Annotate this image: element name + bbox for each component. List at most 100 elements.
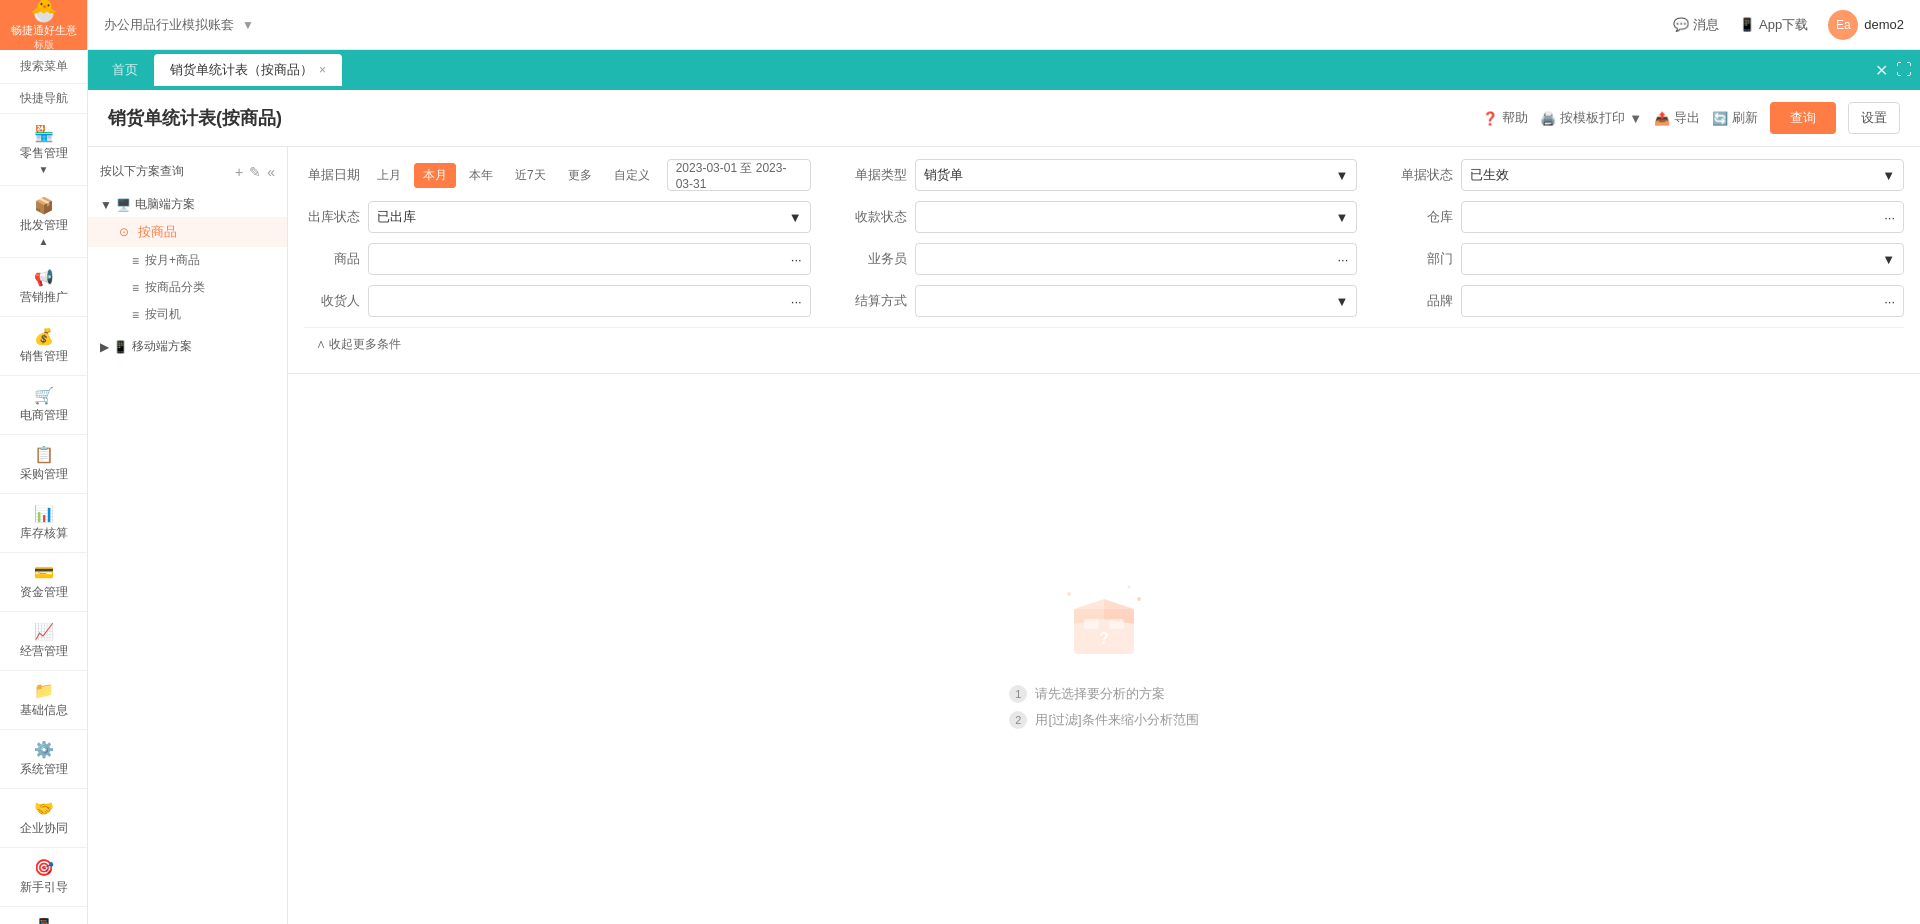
left-panel: 按以下方案查询 + ✎ « ▼ 🖥️ 电脑端方案 ⊙ 按商 (88, 147, 288, 924)
user-menu[interactable]: Ea demo2 (1828, 10, 1904, 40)
system-icon: ⚙️ (34, 740, 54, 759)
payment-label: 结算方式 (851, 292, 907, 310)
ecommerce-label: 电商管理 (20, 407, 68, 424)
doc-status-select[interactable]: 已生效 ▼ (1461, 159, 1904, 191)
sidebar-item-wholesale[interactable]: 📦 批发管理 ▲ (0, 186, 87, 258)
sidebar-item-sales[interactable]: 💰 销售管理 (0, 317, 87, 376)
system-label: 系统管理 (20, 761, 68, 778)
msg-icon: 💬 (1673, 17, 1689, 32)
sidebar-item-enterprise[interactable]: 🤝 企业协同 (0, 789, 87, 848)
staff-select[interactable]: ··· (915, 243, 1358, 275)
sidebar-item-marketing[interactable]: 📢 营销推广 (0, 258, 87, 317)
content-wrapper: 按以下方案查询 + ✎ « ▼ 🖥️ 电脑端方案 ⊙ 按商 (88, 147, 1920, 924)
enterprise-label: 企业协同 (20, 820, 68, 837)
brand-dots: ··· (1884, 294, 1895, 309)
receipt-status-arrow: ▼ (1335, 210, 1348, 225)
svg-point-7 (1137, 597, 1141, 601)
payment-select[interactable]: ▼ (915, 285, 1358, 317)
date-tab-last-month[interactable]: 上月 (368, 163, 410, 188)
date-tab-this-year[interactable]: 本年 (460, 163, 502, 188)
collapse-btn[interactable]: ∧ 收起更多条件 (304, 332, 1904, 357)
setting-button[interactable]: 设置 (1848, 102, 1900, 134)
sidebar-item-inventory[interactable]: 📊 库存核算 (0, 494, 87, 553)
sidebar-item-guide[interactable]: 🎯 新手引导 (0, 848, 87, 907)
header-left: 办公用品行业模拟账套 ▼ (104, 16, 254, 34)
refresh-btn[interactable]: 🔄 刷新 (1712, 109, 1758, 127)
staff-dots: ··· (1338, 252, 1349, 267)
sidebar-item-operation[interactable]: 📈 经营管理 (0, 612, 87, 671)
date-tab-more[interactable]: 更多 (559, 163, 601, 188)
scheme-by-product[interactable]: ⊙ 按商品 (88, 217, 287, 247)
msg-btn[interactable]: 💬 消息 (1673, 16, 1719, 34)
date-tab-custom[interactable]: 自定义 (605, 163, 659, 188)
sidebar-item-system[interactable]: ⚙️ 系统管理 (0, 730, 87, 789)
panel-collapse-icon[interactable]: « (267, 164, 275, 180)
doc-type-label: 单据类型 (851, 166, 907, 184)
date-tab-this-month[interactable]: 本月 (414, 163, 456, 188)
mobile-group-toggle[interactable]: ▶ 📱 移动端方案 (88, 332, 287, 359)
print-label: 按模板打印 (1560, 109, 1625, 127)
receipt-status-select[interactable]: ▼ (915, 201, 1358, 233)
export-btn[interactable]: 📤 导出 (1654, 109, 1700, 127)
retail-expand-icon: ▼ (39, 164, 49, 175)
panel-add-icon[interactable]: + (235, 164, 243, 180)
page-title: 销货单统计表(按商品) (108, 106, 282, 142)
doc-type-select[interactable]: 销货单 ▼ (915, 159, 1358, 191)
refresh-icon: 🔄 (1712, 111, 1728, 126)
tab-home[interactable]: 首页 (96, 54, 154, 86)
product-filter-item: 商品 ··· (304, 243, 811, 275)
enterprise-icon: 🤝 (34, 799, 54, 818)
retail-label: 零售管理 (20, 145, 68, 162)
mobile-group-arrow: ▶ (100, 340, 109, 354)
export-icon: 📤 (1654, 111, 1670, 126)
query-button[interactable]: 查询 (1770, 102, 1836, 134)
sidebar-item-ecommerce[interactable]: 🛒 电商管理 (0, 376, 87, 435)
print-arrow: ▼ (1629, 111, 1642, 126)
help-btn[interactable]: ❓ 帮助 (1482, 109, 1528, 127)
tab-close-icon[interactable]: × (319, 63, 326, 77)
collapse-row: ∧ 收起更多条件 (304, 327, 1904, 361)
sidebar-item-purchase[interactable]: 📋 采购管理 (0, 435, 87, 494)
product-select[interactable]: ··· (368, 243, 811, 275)
out-status-select[interactable]: 已出库 ▼ (368, 201, 811, 233)
quick-nav[interactable]: 快捷导航 (0, 84, 87, 114)
sub-item-icon-3: ≡ (132, 308, 139, 322)
scheme-active-icon: ⊙ (116, 225, 132, 239)
app-logo[interactable]: 🐣 畅捷通好生意 标版 (0, 0, 87, 50)
tab-maximize-btn[interactable]: ⛶ (1896, 61, 1912, 79)
pc-group-toggle[interactable]: ▼ 🖥️ 电脑端方案 (88, 190, 287, 217)
date-tab-last7[interactable]: 近7天 (506, 163, 555, 188)
inventory-icon: 📊 (34, 504, 54, 523)
panel-edit-icon[interactable]: ✎ (249, 164, 261, 180)
sidebar-item-retail[interactable]: 🏪 零售管理 ▼ (0, 114, 87, 186)
sidebar-item-finance[interactable]: 💳 资金管理 (0, 553, 87, 612)
tab-close-btn[interactable]: ✕ (1875, 61, 1888, 80)
dept-select[interactable]: ▼ (1461, 243, 1904, 275)
recipient-select[interactable]: ··· (368, 285, 811, 317)
warehouse-filter-item: 仓库 ··· (1397, 201, 1904, 233)
tip1-num: 1 (1009, 685, 1027, 703)
search-menu[interactable]: 搜索菜单 (0, 50, 87, 84)
user-avatar-text: Ea (1836, 18, 1851, 32)
scheme-by-month-product[interactable]: ≡ 按月+商品 (88, 247, 287, 274)
tab-sales-stat[interactable]: 销货单统计表（按商品） × (154, 54, 342, 86)
user-name: demo2 (1864, 17, 1904, 32)
app-download-btn[interactable]: 📱 App下载 (1739, 16, 1808, 34)
out-status-value: 已出库 (377, 208, 416, 226)
scheme-by-driver[interactable]: ≡ 按司机 (88, 301, 287, 328)
sidebar-item-apps[interactable]: 📱 应用中心 (0, 907, 87, 924)
brand-select[interactable]: ··· (1461, 285, 1904, 317)
help-icon: ❓ (1482, 111, 1498, 126)
workspace-name[interactable]: 办公用品行业模拟账套 (104, 16, 234, 34)
sidebar-item-basic[interactable]: 📁 基础信息 (0, 671, 87, 730)
svg-point-6 (1067, 592, 1071, 596)
filter-row-2: 出库状态 已出库 ▼ 收款状态 ▼ (304, 201, 1904, 233)
warehouse-select[interactable]: ··· (1461, 201, 1904, 233)
print-btn[interactable]: 🖨️ 按模板打印 ▼ (1540, 109, 1642, 127)
date-range-input[interactable]: 2023-03-01 至 2023-03-31 (667, 159, 811, 191)
scheme-by-category[interactable]: ≡ 按商品分类 (88, 274, 287, 301)
doc-status-value: 已生效 (1470, 166, 1509, 184)
panel-title: 按以下方案查询 (100, 163, 184, 180)
workspace-arrow[interactable]: ▼ (242, 18, 254, 32)
tab-sales-stat-label: 销货单统计表（按商品） (170, 61, 313, 79)
